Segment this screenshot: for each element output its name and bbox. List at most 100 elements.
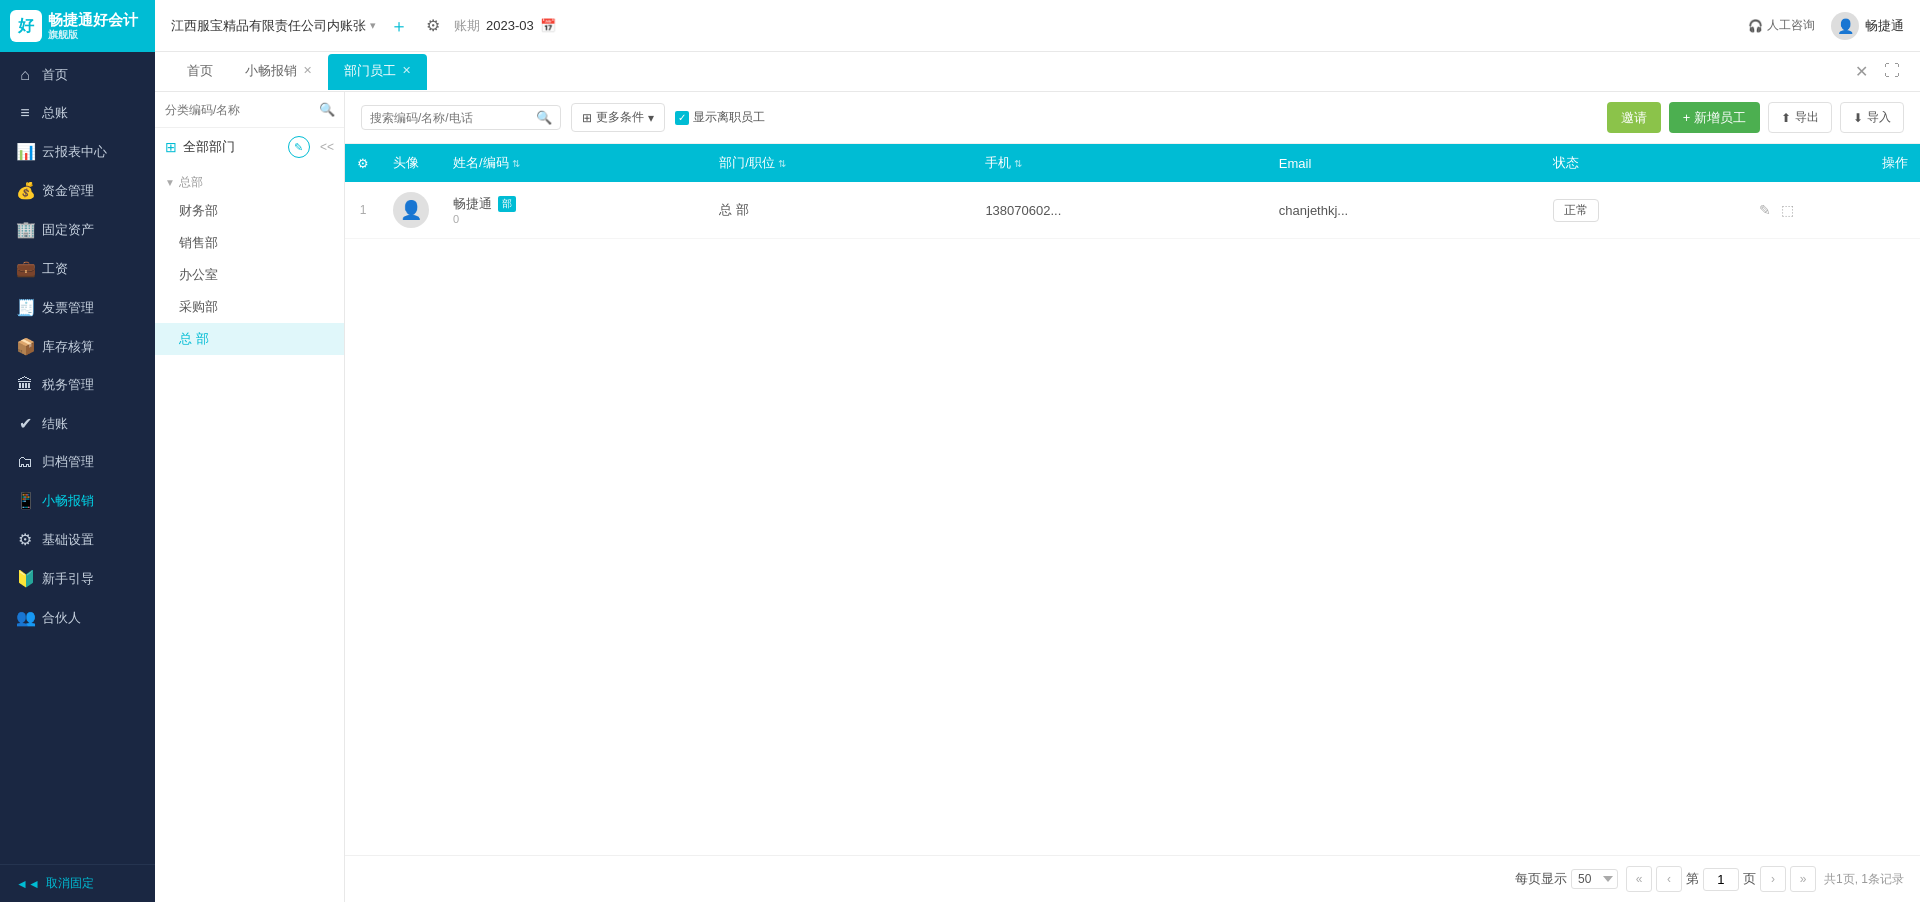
sidebar: 好 畅捷通好会计 旗舰版 ⌂ 首页 ≡ 总账 📊 云报表中心 💰 资金管理 🏢 …	[0, 0, 155, 902]
sidebar-item-new-guide[interactable]: 🔰 新手引导	[0, 559, 155, 598]
user-menu[interactable]: 👤 畅捷通	[1831, 12, 1904, 40]
status-badge: 正常	[1553, 199, 1599, 222]
col-email: Email	[1267, 144, 1541, 182]
settings-icon: ⚙	[16, 530, 34, 549]
customer-service-button[interactable]: 🎧 人工咨询	[1748, 17, 1815, 34]
main-area: 江西服宝精品有限责任公司内账张 ▾ ＋ ⚙ 账期 2023-03 📅 🎧 人工咨…	[155, 0, 1920, 902]
sidebar-item-home[interactable]: ⌂ 首页	[0, 56, 155, 94]
dept-collapse-button[interactable]: <<	[320, 140, 334, 154]
tab-xiaochang[interactable]: 小畅报销 ✕	[229, 54, 328, 90]
dept-search-bar: 🔍	[155, 92, 344, 128]
import-button[interactable]: ⬇ 导入	[1840, 102, 1904, 133]
edit-employee-button[interactable]: ✎	[1759, 202, 1771, 218]
dept-item-xiaoshou[interactable]: 销售部	[155, 227, 344, 259]
unpin-icon: ◄◄	[16, 877, 40, 891]
more-filter-button[interactable]: ⊞ 更多条件 ▾	[571, 103, 665, 132]
sidebar-item-invoice[interactable]: 🧾 发票管理	[0, 288, 155, 327]
expand-icon: ▼	[165, 177, 175, 188]
logo-icon: 好	[10, 10, 42, 42]
tab-xiaochang-close[interactable]: ✕	[303, 64, 312, 77]
calendar-icon: 📅	[540, 18, 556, 33]
col-mobile[interactable]: 手机 ⇅	[973, 144, 1266, 182]
sort-dept-icon: ⇅	[778, 158, 786, 169]
employee-toolbar: 🔍 ⊞ 更多条件 ▾ ✓ 显示离职员工 邀请 + 新增员工 ⬆ 导出	[345, 92, 1920, 144]
import-icon: ⬇	[1853, 111, 1863, 125]
dept-edit-button[interactable]: ✎	[288, 136, 310, 158]
show-resigned-checkbox-label[interactable]: ✓ 显示离职员工	[675, 109, 765, 126]
home-icon: ⌂	[16, 66, 34, 84]
expand-tab-button[interactable]: ⛶	[1880, 60, 1904, 83]
tab-dept-employee-close[interactable]: ✕	[402, 64, 411, 77]
filter-dropdown-arrow: ▾	[648, 111, 654, 125]
dept-item-caigou[interactable]: 采购部	[155, 291, 344, 323]
close-tab-button[interactable]: ✕	[1851, 60, 1872, 83]
dept-item-bangong[interactable]: 办公室	[155, 259, 344, 291]
company-dropdown-arrow: ▾	[370, 19, 376, 32]
show-resigned-checkbox[interactable]: ✓	[675, 111, 689, 125]
settlement-icon: ✔	[16, 414, 34, 433]
dept-tree: ▼ 总部 财务部 销售部 办公室 采购部 总 部	[155, 166, 344, 359]
tabs-bar: 首页 小畅报销 ✕ 部门员工 ✕ ✕ ⛶	[155, 52, 1920, 92]
sidebar-item-fixed-assets[interactable]: 🏢 固定资产	[0, 210, 155, 249]
page-nav: « ‹ 第 页 › »	[1626, 866, 1816, 892]
table-settings-col[interactable]: ⚙	[345, 144, 381, 182]
topbar: 江西服宝精品有限责任公司内账张 ▾ ＋ ⚙ 账期 2023-03 📅 🎧 人工咨…	[155, 0, 1920, 52]
headset-icon: 🎧	[1748, 19, 1763, 33]
sidebar-item-archive[interactable]: 🗂 归档管理	[0, 443, 155, 481]
sidebar-item-settlement[interactable]: ✔ 结账	[0, 404, 155, 443]
sidebar-item-partner[interactable]: 👥 合伙人	[0, 598, 155, 637]
dept-search-input[interactable]	[165, 103, 315, 117]
reports-icon: 📊	[16, 142, 34, 161]
tax-icon: 🏛	[16, 376, 34, 394]
export-icon: ⬆	[1781, 111, 1791, 125]
per-page-select[interactable]: 50 100 200	[1571, 869, 1618, 889]
assets-icon: 🏢	[16, 220, 34, 239]
dept-item-caiwu[interactable]: 财务部	[155, 195, 344, 227]
sidebar-item-general-ledger[interactable]: ≡ 总账	[0, 94, 155, 132]
sidebar-item-reports[interactable]: 📊 云报表中心	[0, 132, 155, 171]
period-selector[interactable]: 账期 2023-03 📅	[454, 17, 556, 35]
right-panel: 🔍 ⊞ 更多条件 ▾ ✓ 显示离职员工 邀请 + 新增员工 ⬆ 导出	[345, 92, 1920, 902]
last-page-button[interactable]: »	[1790, 866, 1816, 892]
sidebar-item-funds[interactable]: 💰 资金管理	[0, 171, 155, 210]
add-employee-button[interactable]: + 新增员工	[1669, 102, 1760, 133]
export-button[interactable]: ⬆ 导出	[1768, 102, 1832, 133]
next-page-button[interactable]: ›	[1760, 866, 1786, 892]
unpin-sidebar-button[interactable]: ◄◄ 取消固定	[0, 864, 155, 902]
tab-home[interactable]: 首页	[171, 54, 229, 90]
col-dept-position[interactable]: 部门/职位 ⇅	[707, 144, 973, 182]
add-account-button[interactable]: ＋	[386, 14, 412, 38]
col-actions: 操作	[1747, 144, 1920, 182]
avatar: 👤	[1831, 12, 1859, 40]
delete-employee-button[interactable]: ⬚	[1781, 202, 1794, 218]
sidebar-item-salary[interactable]: 💼 工资	[0, 249, 155, 288]
guide-icon: 🔰	[16, 569, 34, 588]
dept-item-zongbu[interactable]: 总 部	[155, 323, 344, 355]
sort-mobile-icon: ⇅	[1014, 158, 1022, 169]
prev-page-button[interactable]: ‹	[1656, 866, 1682, 892]
employee-search-input[interactable]	[370, 111, 530, 125]
sidebar-item-tax[interactable]: 🏛 税务管理	[0, 366, 155, 404]
page-number-input[interactable]	[1703, 868, 1739, 891]
col-avatar: 头像	[381, 144, 441, 182]
filter-icon: ⊞	[582, 111, 592, 125]
employee-search-icon[interactable]: 🔍	[536, 110, 552, 125]
cell-actions: ✎ ⬚	[1747, 182, 1920, 239]
company-selector[interactable]: 江西服宝精品有限责任公司内账张 ▾	[171, 17, 376, 35]
topbar-settings-icon[interactable]: ⚙	[422, 16, 444, 35]
sidebar-item-inventory[interactable]: 📦 库存核算	[0, 327, 155, 366]
dept-search-icon[interactable]: 🔍	[319, 102, 335, 117]
department-panel: 🔍 ⊞ 全部部门 ✎ << ▼ 总部 财务部 销售部	[155, 92, 345, 902]
first-page-button[interactable]: «	[1626, 866, 1652, 892]
cell-mobile: 138070602...	[973, 182, 1266, 239]
sidebar-item-basic-settings[interactable]: ⚙ 基础设置	[0, 520, 155, 559]
tab-dept-employee[interactable]: 部门员工 ✕	[328, 54, 427, 90]
topbar-right: 🎧 人工咨询 👤 畅捷通	[1748, 12, 1904, 40]
col-name-code[interactable]: 姓名/编码 ⇅	[441, 144, 707, 182]
sidebar-item-xiaochang[interactable]: 📱 小畅报销	[0, 481, 155, 520]
per-page-selector: 每页显示 50 100 200	[1515, 869, 1618, 889]
invite-button[interactable]: 邀请	[1607, 102, 1661, 133]
employee-table: ⚙ 头像 姓名/编码 ⇅	[345, 144, 1920, 239]
all-dept-header[interactable]: ⊞ 全部部门 ✎ <<	[155, 128, 344, 166]
logo-text: 畅捷通好会计 旗舰版	[48, 11, 138, 41]
